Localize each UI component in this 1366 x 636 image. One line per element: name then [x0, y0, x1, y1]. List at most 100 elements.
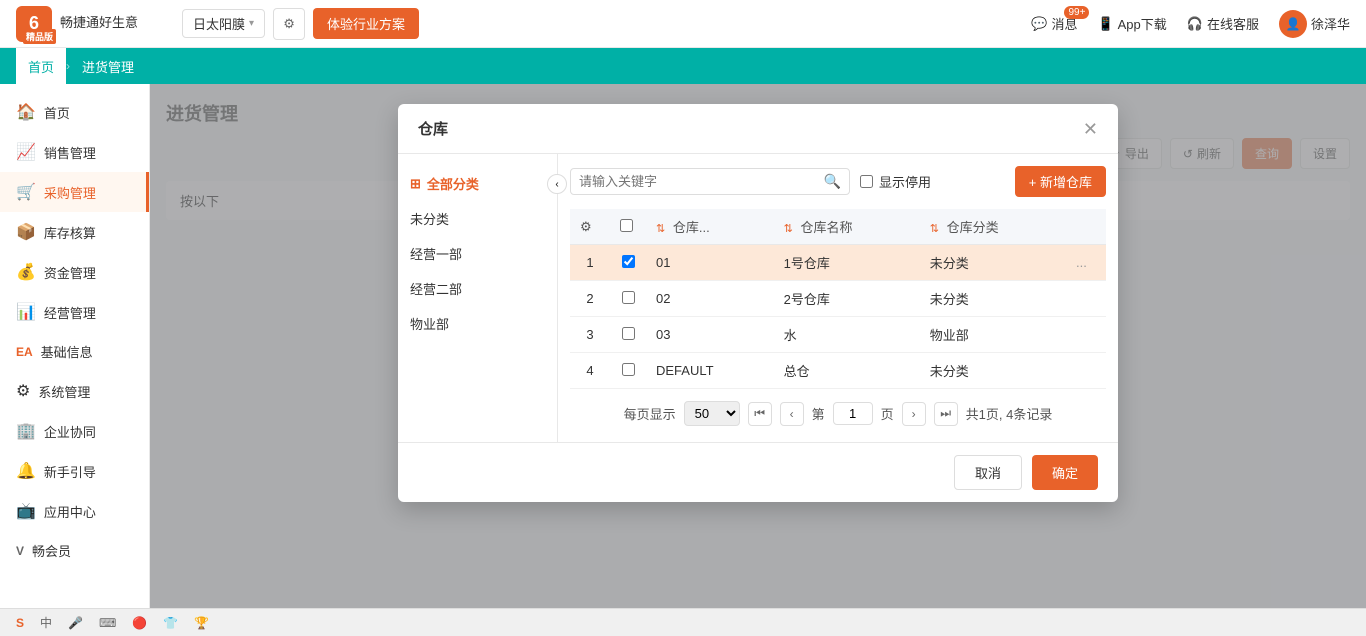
row-code: DEFAULT	[646, 353, 774, 389]
modal-backdrop: 仓库 ✕ ⊞ 全部分类 ‹ 未分类	[150, 84, 1366, 636]
cancel-button[interactable]: 取消	[954, 455, 1022, 490]
table-row[interactable]: 3 03 水 物业部	[570, 317, 1106, 353]
col-header-category[interactable]: ⇅ 仓库分类	[920, 209, 1066, 245]
enterprise-icon: 🏢	[16, 421, 36, 441]
company-name: 日太阳膜	[193, 14, 245, 33]
page-prev-button[interactable]: ‹	[780, 402, 804, 426]
top-header: 6 精品版 畅捷通好生意 日太阳膜 ▾ ⚙ 体验行业方案 💬 消息 99+ 📱 …	[0, 0, 1366, 48]
search-box[interactable]: 🔍	[570, 168, 850, 195]
page-unit: 页	[881, 404, 894, 423]
purchase-icon: 🛒	[16, 182, 36, 202]
breadcrumb-home[interactable]: 首页	[16, 48, 66, 84]
online-service-item[interactable]: 🎧 在线客服	[1187, 14, 1259, 33]
table-container: ⚙ ⇅ 仓库...	[570, 209, 1106, 389]
sidebar-item-inventory[interactable]: 📦 库存核算	[0, 212, 149, 252]
bottom-icon5: 🏆	[194, 616, 209, 630]
bottom-mic: 🎤	[68, 616, 83, 630]
add-warehouse-button[interactable]: + 新增仓库	[1015, 166, 1106, 197]
total-text: 共1页, 4条记录	[966, 404, 1053, 423]
table-row[interactable]: 1 01 1号仓库 未分类 ...	[570, 245, 1106, 281]
page-first-button[interactable]: ⏮	[748, 402, 772, 426]
bottom-icon3: 🔴	[132, 616, 147, 630]
row-category: 未分类	[920, 353, 1066, 389]
collapse-panel-button[interactable]: ‹	[547, 174, 567, 194]
sidebar-item-vip[interactable]: V 畅会员	[0, 531, 149, 570]
row-select-checkbox[interactable]	[622, 363, 635, 376]
category-item-unclassified[interactable]: 未分类	[398, 201, 557, 236]
sidebar-item-guide[interactable]: 🔔 新手引导	[0, 451, 149, 491]
sidebar-item-finance[interactable]: 💰 资金管理	[0, 252, 149, 292]
page-text: 第	[812, 404, 825, 423]
show-disabled-text: 显示停用	[879, 172, 931, 191]
sidebar: 🏠 首页 📈 销售管理 🛒 采购管理 📦 库存核算 💰 资金管理 📊 经营管理 …	[0, 84, 150, 636]
per-page-select[interactable]: 50 10 20 100	[684, 401, 740, 426]
row-checkbox[interactable]	[610, 353, 646, 389]
modal-footer: 取消 确定	[398, 442, 1118, 502]
col-header-checkbox[interactable]	[610, 209, 646, 245]
search-input[interactable]	[579, 174, 824, 189]
sidebar-item-enterprise[interactable]: 🏢 企业协同	[0, 411, 149, 451]
table-row[interactable]: 4 DEFAULT 总仓 未分类	[570, 353, 1106, 389]
row-select-checkbox[interactable]	[622, 327, 635, 340]
header-right: 💬 消息 99+ 📱 App下载 🎧 在线客服 👤 徐泽华	[1031, 10, 1350, 38]
sidebar-item-operations[interactable]: 📊 经营管理	[0, 292, 149, 332]
settings-button[interactable]: ⚙	[273, 8, 305, 40]
show-disabled-checkbox[interactable]	[860, 175, 873, 188]
online-service-label: 在线客服	[1207, 14, 1259, 33]
row-num: 2	[570, 281, 610, 317]
sidebar-item-basic-info[interactable]: EA 基础信息	[0, 332, 149, 371]
category-item-operation1[interactable]: 经营一部	[398, 236, 557, 271]
sidebar-item-sales[interactable]: 📈 销售管理	[0, 132, 149, 172]
show-disabled-label[interactable]: 显示停用	[860, 172, 931, 191]
category-item-operation2[interactable]: 经营二部	[398, 271, 557, 306]
user-item[interactable]: 👤 徐泽华	[1279, 10, 1350, 38]
sidebar-item-system[interactable]: ⚙ 系统管理	[0, 371, 149, 411]
category-item-property[interactable]: 物业部	[398, 306, 557, 341]
row-select-checkbox[interactable]	[622, 291, 635, 304]
row-name: 1号仓库	[774, 245, 920, 281]
sidebar-item-purchase[interactable]: 🛒 采购管理	[0, 172, 149, 212]
row-select-checkbox[interactable]	[622, 255, 635, 268]
modal-title: 仓库	[418, 118, 448, 139]
grid-icon: ⊞	[410, 176, 421, 192]
phone-icon: 📱	[1097, 16, 1113, 32]
logo-tag: 精品版	[23, 29, 56, 44]
col-header-code[interactable]: ⇅ 仓库...	[646, 209, 774, 245]
row-num: 4	[570, 353, 610, 389]
row-code: 01	[646, 245, 774, 281]
page-next-button[interactable]: ›	[902, 402, 926, 426]
sidebar-item-home[interactable]: 🏠 首页	[0, 92, 149, 132]
row-checkbox[interactable]	[610, 245, 646, 281]
row-actions: ...	[1066, 245, 1106, 281]
row-category: 未分类	[920, 281, 1066, 317]
sales-icon: 📈	[16, 142, 36, 162]
col-header-name[interactable]: ⇅ 仓库名称	[774, 209, 920, 245]
col-header-settings[interactable]: ⚙	[570, 209, 610, 245]
row-more-button[interactable]: ...	[1076, 255, 1087, 270]
app-download-item[interactable]: 📱 App下载	[1097, 14, 1166, 33]
pagination: 每页显示 50 10 20 100 ⏮ ‹ 第 页	[570, 389, 1106, 430]
notification-item[interactable]: 💬 消息 99+	[1031, 14, 1077, 33]
content-area: 进货管理 🖨 印 ↑ 导出 ↺ 刷新	[150, 84, 1366, 636]
modal-close-button[interactable]: ✕	[1083, 120, 1098, 138]
category-all-header[interactable]: ⊞ 全部分类	[398, 166, 557, 201]
bottom-logo: S	[16, 616, 24, 630]
row-name: 水	[774, 317, 920, 353]
page-number-input[interactable]	[833, 402, 873, 425]
row-name: 2号仓库	[774, 281, 920, 317]
sidebar-item-app-center[interactable]: 📺 应用中心	[0, 491, 149, 531]
table-row[interactable]: 2 02 2号仓库 未分类	[570, 281, 1106, 317]
row-checkbox[interactable]	[610, 317, 646, 353]
confirm-button[interactable]: 确定	[1032, 455, 1098, 490]
chevron-down-icon: ▾	[249, 18, 254, 29]
company-selector[interactable]: 日太阳膜 ▾	[182, 9, 265, 38]
sidebar-label-operations: 经营管理	[44, 303, 96, 322]
search-icon[interactable]: 🔍	[824, 173, 841, 190]
sidebar-label-finance: 资金管理	[44, 263, 96, 282]
trial-button[interactable]: 体验行业方案	[313, 8, 419, 39]
sidebar-label-vip: 畅会员	[32, 541, 71, 560]
select-all-checkbox[interactable]	[620, 219, 633, 232]
row-checkbox[interactable]	[610, 281, 646, 317]
page-last-button[interactable]: ⏭	[934, 402, 958, 426]
breadcrumb-current[interactable]: 进货管理	[70, 48, 146, 84]
